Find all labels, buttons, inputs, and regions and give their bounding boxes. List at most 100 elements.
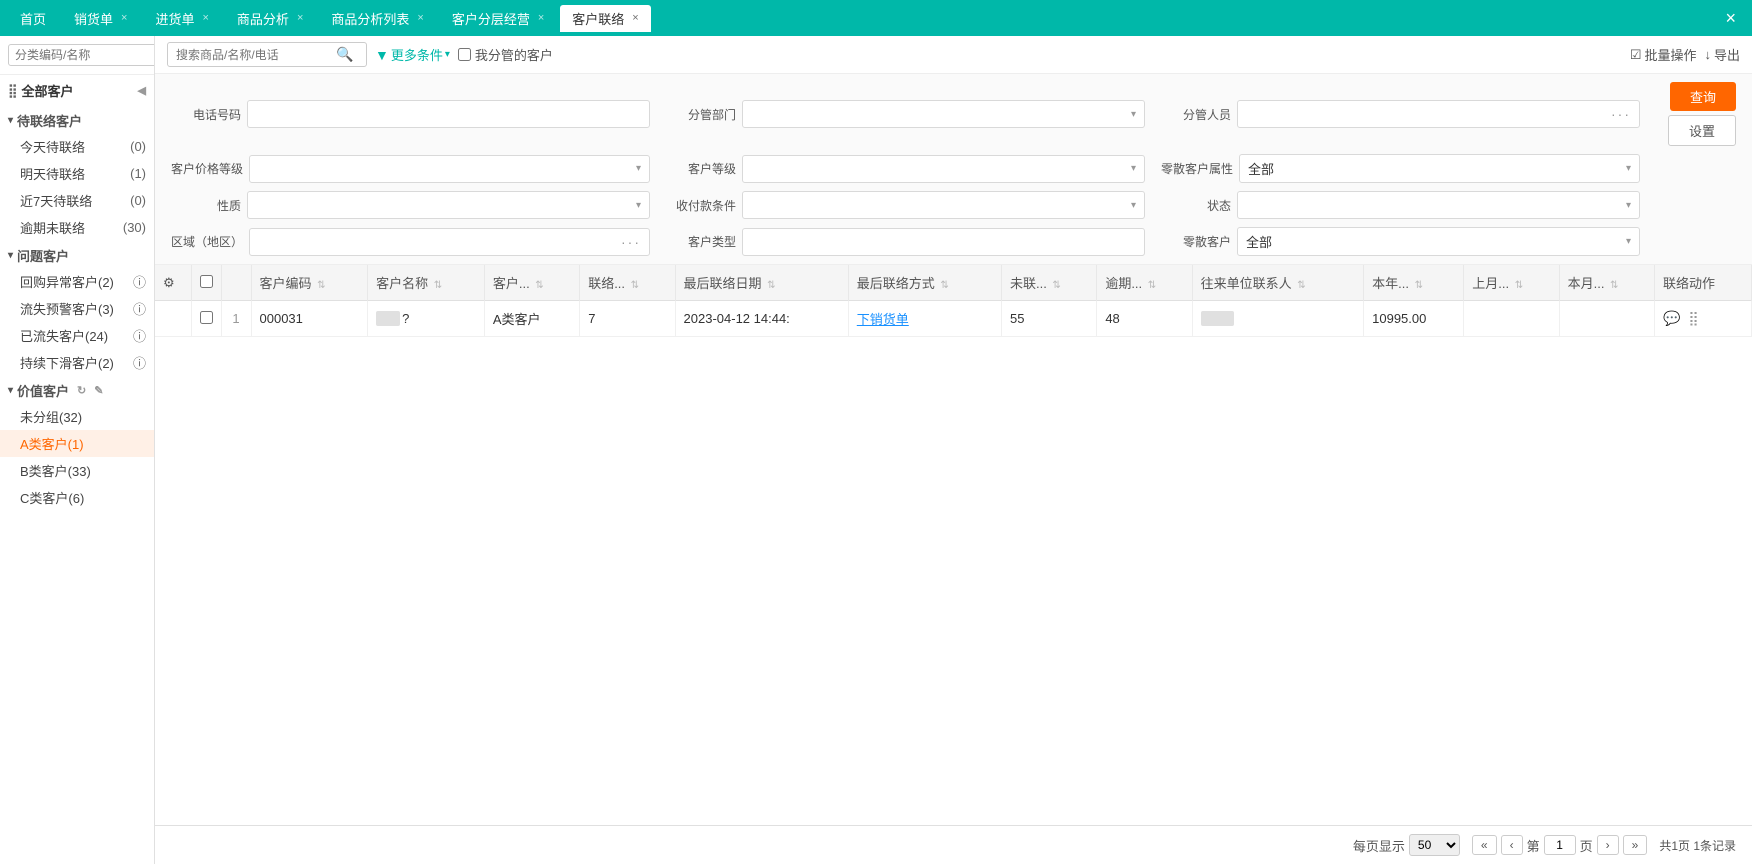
retail-attr-select[interactable]: 全部 ▾ bbox=[1239, 154, 1640, 183]
row-no-contact: 55 bbox=[1001, 301, 1096, 337]
status-dropdown-icon: ▾ bbox=[1626, 200, 1631, 211]
person-label: 分管人员 bbox=[1161, 106, 1231, 123]
sidebar-item-today-pending[interactable]: 今天待联络(0) bbox=[0, 133, 154, 160]
th-no-contact[interactable]: 未联... ⇅ bbox=[1001, 265, 1096, 301]
row-customer-name: Ea? bbox=[368, 301, 485, 337]
sidebar-item-class-b[interactable]: B类客户(33) bbox=[0, 457, 154, 484]
nav-customer-tier[interactable]: 客户分层经营 × bbox=[440, 5, 556, 32]
th-this-year[interactable]: 本年... ⇅ bbox=[1364, 265, 1464, 301]
row-checkbox[interactable] bbox=[200, 311, 213, 324]
chat-action-icon[interactable]: 💬 bbox=[1663, 310, 1680, 327]
first-page-btn[interactable]: « bbox=[1472, 835, 1497, 855]
page-number-input[interactable] bbox=[1544, 835, 1576, 855]
sidebar-group-pending[interactable]: ▾ 待联络客户 bbox=[0, 106, 154, 133]
setting-button[interactable]: 设置 bbox=[1668, 115, 1736, 146]
th-customer-name[interactable]: 客户名称 ⇅ bbox=[368, 265, 485, 301]
customer-level-select[interactable]: ▾ bbox=[742, 155, 1145, 183]
sidebar-item-tomorrow-pending[interactable]: 明天待联络(1) bbox=[0, 160, 154, 187]
th-customer-code[interactable]: 客户编码 ⇅ bbox=[251, 265, 368, 301]
status-select[interactable]: ▾ bbox=[1237, 191, 1640, 219]
filter-retail-customer: 零散客户 全部 ▾ bbox=[1161, 227, 1640, 256]
edit-icon[interactable]: ✎ bbox=[94, 384, 103, 397]
collapse-icon: ◀ bbox=[138, 84, 146, 97]
price-level-select[interactable]: ▾ bbox=[249, 155, 650, 183]
customer-type-input[interactable] bbox=[742, 228, 1145, 256]
sidebar-search-input[interactable] bbox=[8, 44, 155, 66]
customer-type-label: 客户类型 bbox=[666, 233, 736, 250]
row-unit-contact: RE . bbox=[1192, 301, 1363, 337]
more-conditions-btn[interactable]: ▼ 更多条件 ▾ bbox=[375, 45, 450, 64]
th-last-month[interactable]: 上月... ⇅ bbox=[1464, 265, 1559, 301]
nav-product-analysis-list[interactable]: 商品分析列表 × bbox=[319, 5, 435, 32]
th-last-contact-method[interactable]: 最后联络方式 ⇅ bbox=[848, 265, 1001, 301]
prev-page-btn[interactable]: ‹ bbox=[1501, 835, 1523, 855]
sidebar-group-value[interactable]: ▾ 价值客户 ↻ ✎ bbox=[0, 376, 154, 403]
dept-select[interactable]: ▾ bbox=[742, 100, 1145, 128]
th-overdue[interactable]: 逾期... ⇅ bbox=[1097, 265, 1192, 301]
person-input[interactable]: ··· bbox=[1237, 100, 1640, 128]
sidebar-item-unclassified[interactable]: 未分组(32) bbox=[0, 403, 154, 430]
page-size-dropdown[interactable]: 50 100 200 bbox=[1409, 834, 1460, 856]
region-input[interactable]: ··· bbox=[249, 228, 650, 256]
my-customer-checkbox[interactable]: 我分管的客户 bbox=[458, 45, 553, 64]
row-contacts: 7 bbox=[580, 301, 675, 337]
sidebar-item-overdue-contact[interactable]: 逾期未联络(30) bbox=[0, 214, 154, 241]
query-button[interactable]: 查询 bbox=[1670, 82, 1736, 111]
filter-region: 区域（地区） ··· bbox=[171, 228, 650, 256]
sidebar-item-7days-pending[interactable]: 近7天待联络(0) bbox=[0, 187, 154, 214]
select-all-checkbox[interactable] bbox=[200, 275, 213, 288]
nav-product-analysis[interactable]: 商品分析 × bbox=[225, 5, 315, 32]
top-navigation: 首页 销货单 × 进货单 × 商品分析 × 商品分析列表 × 客户分层经营 × … bbox=[0, 0, 1752, 36]
retail-customer-select[interactable]: 全部 ▾ bbox=[1237, 227, 1640, 256]
close-product-analysis-list[interactable]: × bbox=[417, 12, 423, 24]
th-contacts[interactable]: 联络... ⇅ bbox=[580, 265, 675, 301]
sidebar-item-repurchase-abnormal[interactable]: 回购异常客户(2)ⓘ bbox=[0, 268, 154, 295]
main-search-input[interactable] bbox=[176, 48, 336, 62]
th-unit-contact[interactable]: 往来单位联系人 ⇅ bbox=[1192, 265, 1363, 301]
close-customer-contact[interactable]: × bbox=[632, 12, 638, 24]
nav-sales-order[interactable]: 销货单 × bbox=[62, 5, 139, 32]
page-size-select: 每页显示 50 100 200 bbox=[1353, 834, 1460, 856]
row-last-month bbox=[1464, 301, 1559, 337]
close-customer-tier[interactable]: × bbox=[538, 12, 544, 24]
payment-label: 收付款条件 bbox=[666, 197, 736, 214]
sidebar-item-churned[interactable]: 已流失客户(24)ⓘ bbox=[0, 322, 154, 349]
sidebar-item-class-c[interactable]: C类客户(6) bbox=[0, 484, 154, 511]
arrow-icon-value: ▾ bbox=[8, 385, 13, 396]
retail-attr-label: 零散客户属性 bbox=[1161, 160, 1233, 177]
sidebar-all-customers[interactable]: ⣿ 全部客户 ◀ bbox=[0, 75, 154, 106]
retail-attr-dropdown-icon: ▾ bbox=[1626, 163, 1631, 174]
row-settings bbox=[155, 301, 191, 337]
refresh-icon[interactable]: ↻ bbox=[77, 384, 86, 397]
export-button[interactable]: ↓ 导出 bbox=[1704, 45, 1740, 64]
main-search-icon[interactable]: 🔍 bbox=[336, 46, 353, 63]
payment-select[interactable]: ▾ bbox=[742, 191, 1145, 219]
close-all-tabs[interactable]: × bbox=[1717, 8, 1744, 29]
sidebar-item-class-a[interactable]: A类客户(1) bbox=[0, 430, 154, 457]
th-this-month[interactable]: 本月... ⇅ bbox=[1559, 265, 1654, 301]
sidebar-item-churn-warning[interactable]: 流失预警客户(3)ⓘ bbox=[0, 295, 154, 322]
row-last-contact-method[interactable]: 下销货单 bbox=[848, 301, 1001, 337]
dept-dropdown-icon: ▾ bbox=[1131, 109, 1136, 120]
next-page-btn[interactable]: › bbox=[1597, 835, 1619, 855]
th-settings[interactable]: ⚙ bbox=[155, 265, 191, 301]
my-customer-check[interactable] bbox=[458, 48, 471, 61]
batch-ops-button[interactable]: ☑ 批量操作 bbox=[1630, 45, 1697, 64]
th-last-contact-date[interactable]: 最后联络日期 ⇅ bbox=[675, 265, 848, 301]
filter-bar: 🔍 ▼ 更多条件 ▾ 我分管的客户 ☑ 批量操作 ↓ 导出 bbox=[155, 36, 1752, 74]
phone-input[interactable] bbox=[247, 100, 650, 128]
advanced-filter: 电话号码 分管部门 ▾ 分管人员 ··· bbox=[155, 74, 1752, 265]
nav-purchase-order[interactable]: 进货单 × bbox=[143, 5, 220, 32]
sidebar-group-problem[interactable]: ▾ 问题客户 bbox=[0, 241, 154, 268]
last-page-btn[interactable]: » bbox=[1623, 835, 1648, 855]
nature-select[interactable]: ▾ bbox=[247, 191, 650, 219]
sidebar-item-declining[interactable]: 持续下滑客户(2)ⓘ bbox=[0, 349, 154, 376]
qr-action-icon[interactable]: ⣿ bbox=[1688, 310, 1698, 327]
nav-home[interactable]: 首页 bbox=[8, 5, 58, 32]
th-customer-type[interactable]: 客户... ⇅ bbox=[484, 265, 579, 301]
nav-customer-contact[interactable]: 客户联络 × bbox=[560, 5, 650, 32]
customer-level-dropdown-icon: ▾ bbox=[1131, 163, 1136, 174]
close-sales-order[interactable]: × bbox=[121, 12, 127, 24]
close-product-analysis[interactable]: × bbox=[297, 12, 303, 24]
close-purchase-order[interactable]: × bbox=[202, 12, 208, 24]
